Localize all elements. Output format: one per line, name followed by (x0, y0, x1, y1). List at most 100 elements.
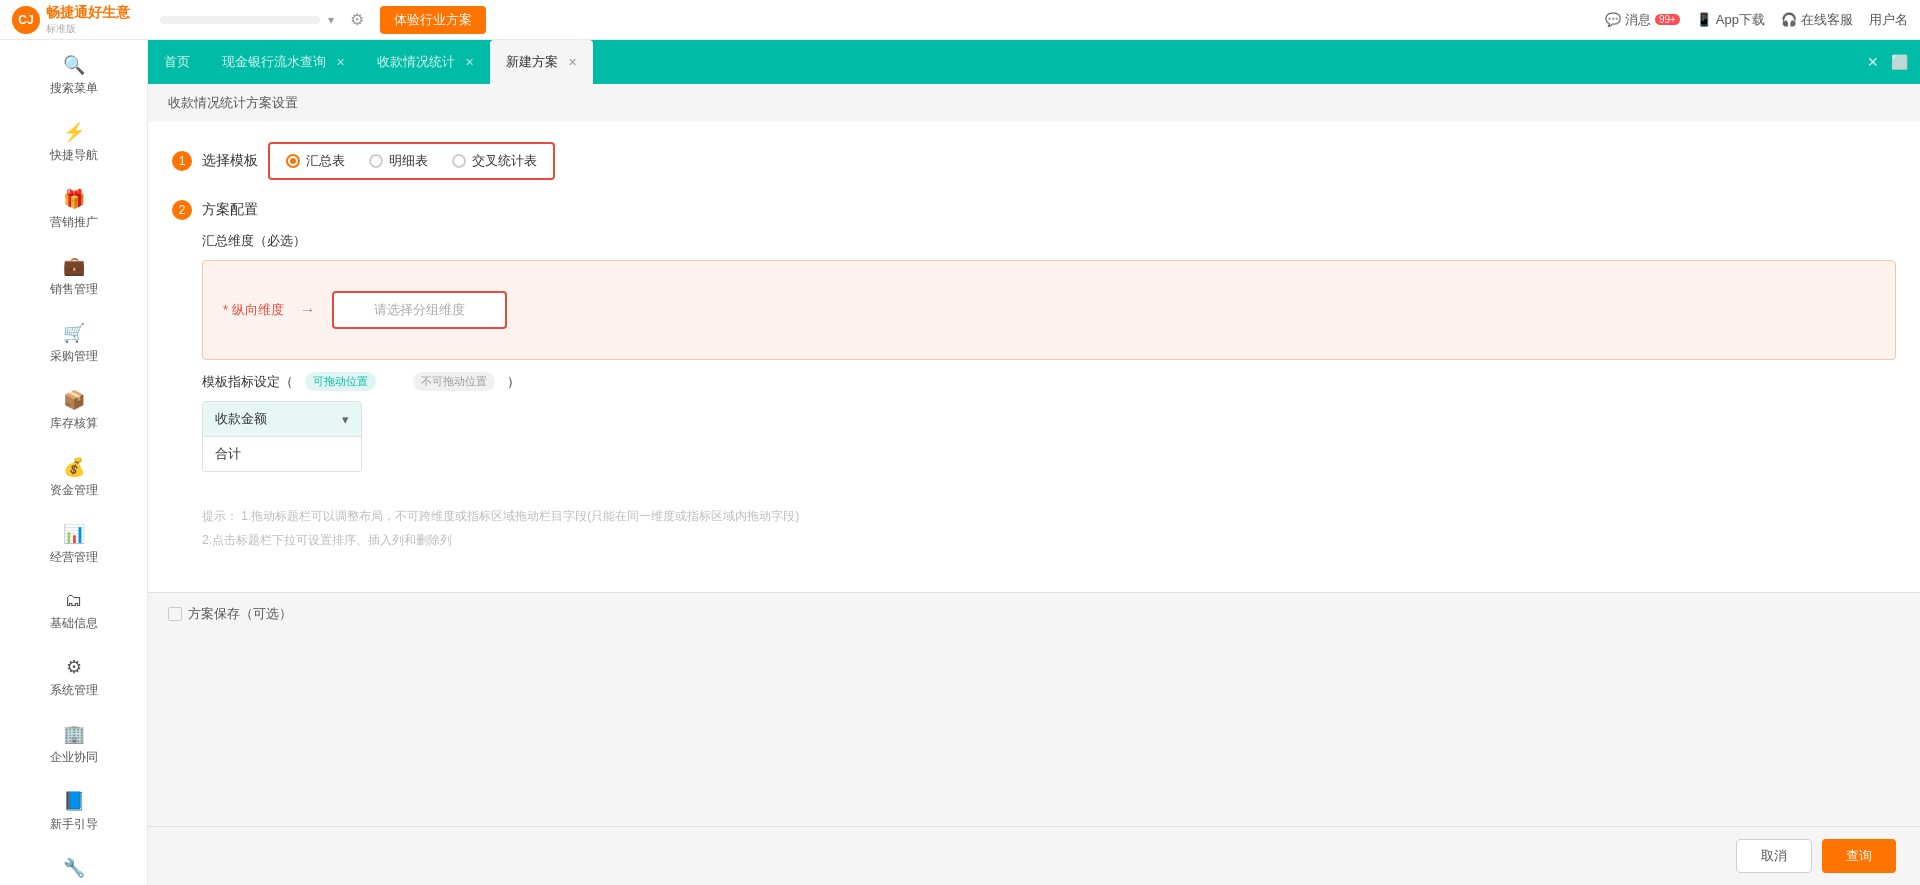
top-bar-right: 💬 消息 99+ 📱 App下载 🎧 在线客服 用户名 (1605, 11, 1908, 29)
message-icon: 💬 (1605, 12, 1621, 27)
metrics-table-header[interactable]: 收款金额 ▾ (203, 402, 361, 436)
logo-area: CJ 畅捷通好生意 标准版 (12, 4, 160, 36)
draggable-badge: 可拖动位置 (305, 372, 376, 391)
inventory-icon: 📦 (63, 389, 85, 411)
finance-icon: 💰 (63, 456, 85, 478)
operations-icon: 📊 (63, 523, 85, 545)
message-item[interactable]: 💬 消息 99+ (1605, 11, 1680, 29)
sidebar-item-new-guide[interactable]: 📘 新手引导 (0, 776, 147, 843)
step2-circle: 2 (172, 200, 192, 220)
sales-icon: 💼 (63, 255, 85, 277)
radio-dot-detail (369, 154, 383, 168)
sidebar-item-label: 搜索菜单 (50, 80, 98, 97)
tab-bar: 首页 现金银行流水查询 ✕ 收款情况统计 ✕ 新建方案 ✕ ✕ ⬜ (148, 40, 1920, 84)
logo-icon: CJ (12, 6, 40, 34)
non-draggable-badge: 不可拖动位置 (413, 372, 495, 391)
user-name-item[interactable]: 用户名 (1869, 11, 1908, 29)
sidebar-item-smart-hw[interactable]: 🔧 智能硬件 (0, 843, 147, 885)
step1-label: 选择模板 (202, 152, 258, 170)
service-icon: 🎧 (1781, 12, 1797, 27)
tab-home[interactable]: 首页 (148, 40, 206, 84)
marketing-icon: 🎁 (63, 188, 85, 210)
radio-dot-summary (286, 154, 300, 168)
vertical-dim-label: * 纵向维度 (223, 301, 284, 319)
enterprise-coop-icon: 🏢 (63, 723, 85, 745)
system-icon: ⚙ (66, 656, 82, 678)
sidebar-item-basic-info[interactable]: 🗂 基础信息 (0, 576, 147, 642)
save-checkbox-label[interactable]: 方案保存（可选） (168, 605, 292, 623)
top-bar-middle: ▾ ⚙ 体验行业方案 (160, 6, 1605, 34)
breadcrumb: 收款情况统计方案设置 (148, 84, 1920, 122)
sidebar-item-label: 快捷导航 (50, 147, 98, 164)
app-download-item[interactable]: 📱 App下载 (1696, 11, 1765, 29)
action-bar: 取消 查询 (148, 826, 1920, 885)
trial-button[interactable]: 体验行业方案 (380, 6, 486, 34)
sidebar-item-operations[interactable]: 📊 经营管理 (0, 509, 147, 576)
tip-1: 提示： 1.拖动标题栏可以调整布局，不可跨维度或指标区域拖动栏目字段(只能在同一… (202, 504, 799, 528)
sidebar-item-label: 基础信息 (50, 615, 98, 632)
sidebar-item-finance[interactable]: 💰 资金管理 (0, 442, 147, 509)
sidebar-item-label: 营销推广 (50, 214, 98, 231)
tab-close-receipt-stats[interactable]: ✕ (465, 56, 474, 69)
radio-detail[interactable]: 明细表 (369, 152, 428, 170)
dimension-box: * 纵向维度 → 请选择分组维度 (202, 260, 1896, 360)
sidebar-item-marketing[interactable]: 🎁 营销推广 (0, 174, 147, 241)
logo-badge: 标准版 (46, 22, 130, 36)
quick-nav-icon: ⚡ (63, 121, 85, 143)
message-badge: 99+ (1655, 14, 1680, 25)
online-service-item[interactable]: 🎧 在线客服 (1781, 11, 1853, 29)
arrow-right-icon: → (300, 301, 316, 319)
sidebar-item-label: 采购管理 (50, 348, 98, 365)
step1-circle: 1 (172, 151, 192, 171)
search-box[interactable] (160, 16, 320, 24)
tab-close-new-plan[interactable]: ✕ (568, 56, 577, 69)
form-container: 1 选择模板 汇总表 明细表 交 (148, 122, 1920, 592)
metrics-section: 模板指标设定（ 可拖动位置 不可拖动位置 ） 收款金额 ▾ 合计 (172, 372, 1896, 472)
query-button[interactable]: 查询 (1822, 839, 1896, 873)
top-bar: CJ 畅捷通好生意 标准版 ▾ ⚙ 体验行业方案 💬 消息 99+ 📱 App下… (0, 0, 1920, 40)
sidebar-item-label: 库存核算 (50, 415, 98, 432)
dimension-section: 汇总维度（必选） * 纵向维度 → 请选择分组维度 (172, 232, 1896, 360)
tab-new-plan[interactable]: 新建方案 ✕ (490, 40, 593, 84)
dimension-select[interactable]: 请选择分组维度 (332, 291, 507, 329)
metrics-table: 收款金额 ▾ 合计 (202, 401, 362, 472)
tab-receipt-stats[interactable]: 收款情况统计 ✕ (361, 40, 490, 84)
sidebar-item-enterprise-coop[interactable]: 🏢 企业协同 (0, 709, 147, 776)
close-window-icon[interactable]: ✕ (1867, 54, 1879, 70)
metrics-header-chevron-icon[interactable]: ▾ (342, 412, 349, 427)
radio-dot-cross (452, 154, 466, 168)
maximize-icon[interactable]: ⬜ (1891, 54, 1908, 70)
sidebar-item-search-menu[interactable]: 🔍 搜索菜单 (0, 40, 147, 107)
radio-cross[interactable]: 交叉统计表 (452, 152, 537, 170)
tab-close-bank-flow[interactable]: ✕ (336, 56, 345, 69)
tab-bar-actions: ✕ ⬜ (1867, 54, 1920, 70)
save-checkbox[interactable] (168, 607, 182, 621)
dimension-row: * 纵向维度 → 请选择分组维度 (223, 291, 507, 329)
sidebar-item-label: 新手引导 (50, 816, 98, 833)
sidebar-item-quick-nav[interactable]: ⚡ 快捷导航 (0, 107, 147, 174)
sidebar-item-label: 系统管理 (50, 682, 98, 699)
sidebar-item-label: 销售管理 (50, 281, 98, 298)
sidebar: 🔍 搜索菜单 ⚡ 快捷导航 🎁 营销推广 💼 销售管理 🛒 采购管理 📦 库存核… (0, 40, 148, 885)
sidebar-item-sales[interactable]: 💼 销售管理 (0, 241, 147, 308)
search-menu-icon: 🔍 (63, 54, 85, 76)
sidebar-item-system[interactable]: ⚙ 系统管理 (0, 642, 147, 709)
metrics-label-row: 模板指标设定（ 可拖动位置 不可拖动位置 ） (202, 372, 1896, 391)
dimension-title: 汇总维度（必选） (202, 232, 1896, 250)
gear-icon[interactable]: ⚙ (350, 10, 364, 29)
sidebar-item-label: 资金管理 (50, 482, 98, 499)
sidebar-item-label: 经营管理 (50, 549, 98, 566)
new-guide-icon: 📘 (63, 790, 85, 812)
dropdown-chevron-icon[interactable]: ▾ (328, 13, 334, 27)
step2-label: 方案配置 (202, 201, 258, 219)
cancel-button[interactable]: 取消 (1736, 839, 1812, 873)
sidebar-item-inventory[interactable]: 📦 库存核算 (0, 375, 147, 442)
radio-summary[interactable]: 汇总表 (286, 152, 345, 170)
tab-bank-flow[interactable]: 现金银行流水查询 ✕ (206, 40, 361, 84)
tip-2: 2.点击标题栏下拉可设置排序、插入列和删除列 (202, 528, 799, 552)
main-layout: 🔍 搜索菜单 ⚡ 快捷导航 🎁 营销推广 💼 销售管理 🛒 采购管理 📦 库存核… (0, 40, 1920, 885)
template-radio-group: 汇总表 明细表 交叉统计表 (268, 142, 555, 180)
content-area: 首页 现金银行流水查询 ✕ 收款情况统计 ✕ 新建方案 ✕ ✕ ⬜ (148, 40, 1920, 885)
sidebar-item-purchase[interactable]: 🛒 采购管理 (0, 308, 147, 375)
logo-text: 畅捷通好生意 (46, 4, 130, 22)
